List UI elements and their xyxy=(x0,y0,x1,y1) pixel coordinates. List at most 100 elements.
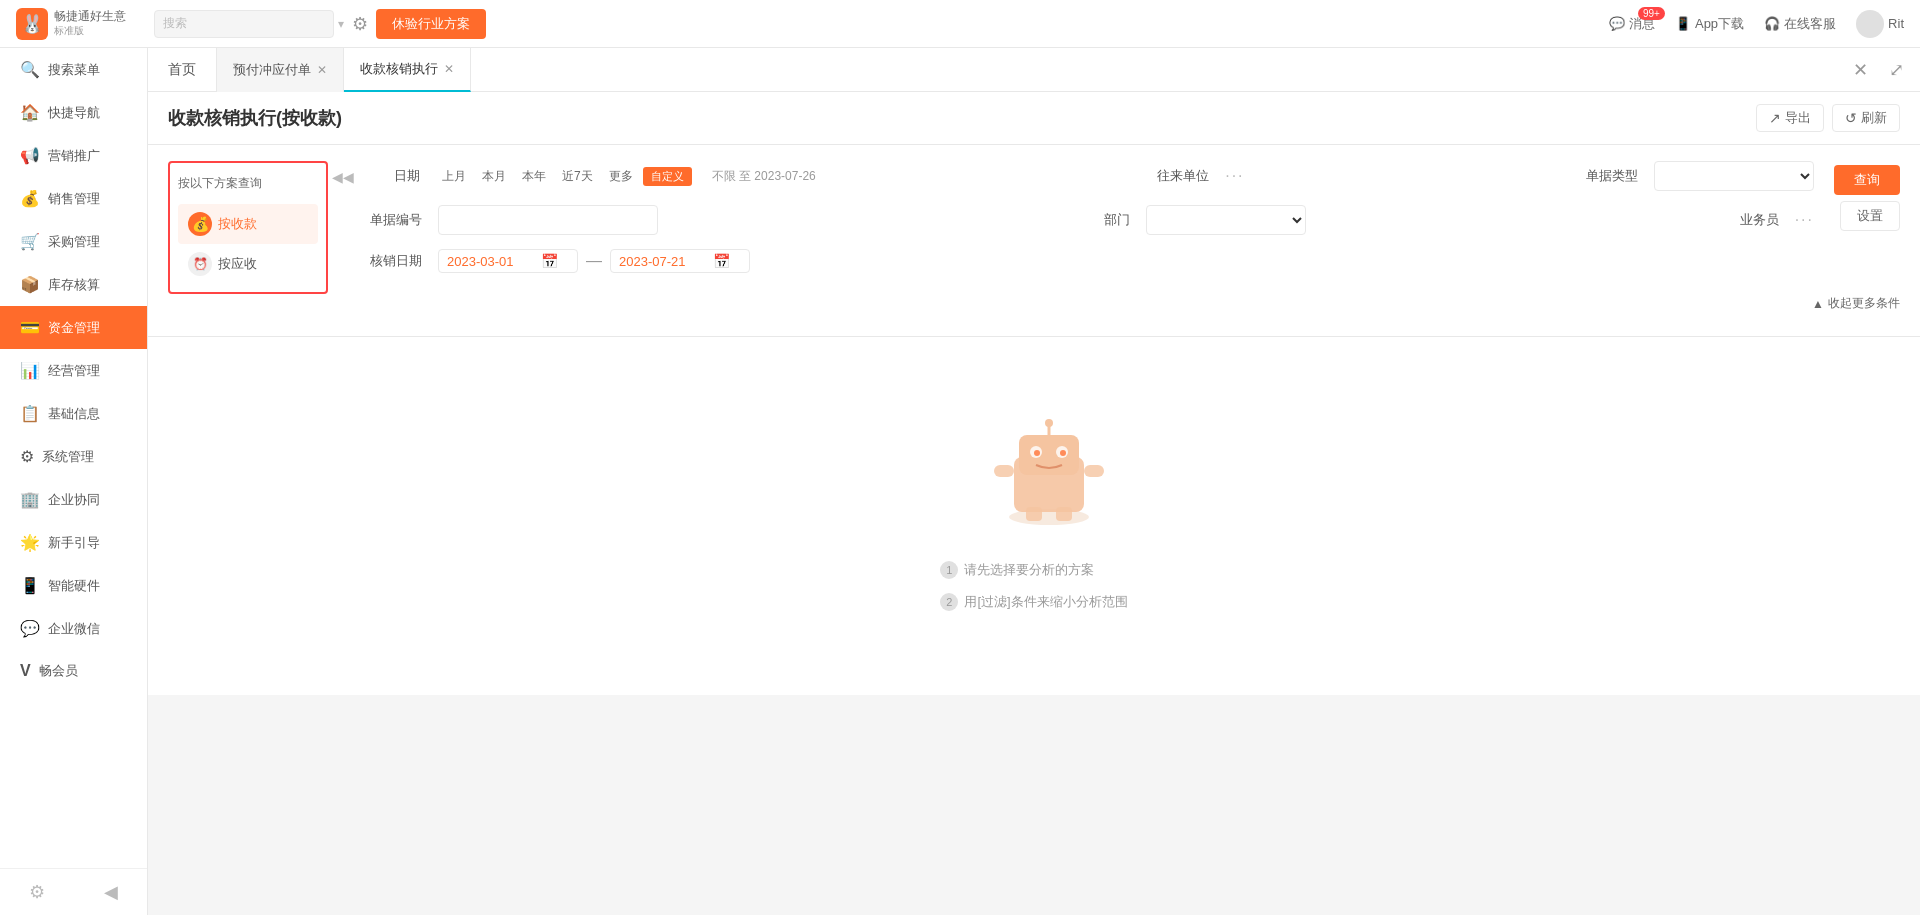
app-name: 畅捷通好生意 xyxy=(54,9,126,23)
avatar xyxy=(1856,10,1884,38)
step-2-circle: 2 xyxy=(940,593,958,611)
collapse-more-label: 收起更多条件 xyxy=(1828,295,1900,312)
empty-step2-text: 用[过滤]条件来缩小分析范围 xyxy=(964,589,1127,615)
filter-row-3: 核销日期 📅 — 📅 xyxy=(370,249,1814,273)
sidebar-item-operation[interactable]: 📊 经营管理 xyxy=(0,349,147,392)
tab-prepay[interactable]: 预付冲应付单 ✕ xyxy=(217,48,344,92)
filter-spacer: 不限 至 2023-07-26 xyxy=(712,168,816,185)
svg-rect-12 xyxy=(1056,507,1072,521)
sidebar-item-quick-nav[interactable]: 🏠 快捷导航 xyxy=(0,91,147,134)
robot-svg xyxy=(984,417,1114,527)
guide-icon: 🌟 xyxy=(20,533,40,552)
writeoff-start-wrap: 📅 xyxy=(438,249,578,273)
settings-icon[interactable]: ⚙ xyxy=(29,881,45,903)
finance-icon: 💳 xyxy=(20,318,40,337)
step-1-circle: 1 xyxy=(940,561,958,579)
message-icon: 💬 xyxy=(1609,16,1625,31)
message-item[interactable]: 💬 消息 99+ xyxy=(1609,15,1655,33)
tab-home[interactable]: 首页 xyxy=(148,48,217,92)
doc-type-select[interactable] xyxy=(1654,161,1814,191)
writeoff-start-input[interactable] xyxy=(447,254,537,269)
refresh-button[interactable]: ↺ 刷新 xyxy=(1832,104,1900,132)
last-month-btn[interactable]: 上月 xyxy=(436,166,472,187)
sidebar-item-basic[interactable]: 📋 基础信息 xyxy=(0,392,147,435)
tab-expand-button[interactable]: ⤢ xyxy=(1880,54,1912,86)
calendar-start-icon[interactable]: 📅 xyxy=(541,253,558,269)
panel-collapse-btn[interactable]: ◀◀ xyxy=(332,169,354,185)
sidebar-item-system[interactable]: ⚙ 系统管理 xyxy=(0,435,147,478)
sidebar-label-vip: 畅会员 xyxy=(39,662,78,680)
enterprise-icon: 🏢 xyxy=(20,490,40,509)
sidebar-label-basic: 基础信息 xyxy=(48,405,100,423)
sidebar-label-sales: 销售管理 xyxy=(48,190,100,208)
user-item[interactable]: Rit xyxy=(1856,10,1904,38)
gear-icon[interactable]: ⚙ xyxy=(352,13,368,35)
sidebar-item-guide[interactable]: 🌟 新手引导 xyxy=(0,521,147,564)
panel-item-receipt-label: 按收款 xyxy=(218,215,257,233)
tab-close-button[interactable]: ✕ xyxy=(1844,54,1876,86)
logo-icon: 🐰 xyxy=(16,8,48,40)
sidebar-label-marketing: 营销推广 xyxy=(48,147,100,165)
app-download-item[interactable]: 📱 App下载 xyxy=(1675,15,1744,33)
sidebar-item-purchase[interactable]: 🛒 采购管理 xyxy=(0,220,147,263)
panel-item-receivable[interactable]: ⏰ 按应收 xyxy=(178,244,318,284)
svg-rect-11 xyxy=(1026,507,1042,521)
empty-text: 1 请先选择要分析的方案 2 用[过滤]条件来缩小分析范围 xyxy=(940,557,1127,615)
panel-item-receipt[interactable]: 💰 按收款 xyxy=(178,204,318,244)
query-button[interactable]: 查询 xyxy=(1834,165,1900,195)
filter-row-1: 日期 上月 本月 本年 近7天 更多 自定义 xyxy=(370,161,1814,191)
right-filter: 日期 上月 本月 本年 近7天 更多 自定义 xyxy=(370,161,1900,320)
dept-select[interactable] xyxy=(1146,205,1306,235)
empty-step-1: 1 请先选择要分析的方案 xyxy=(940,557,1127,583)
collapse-sidebar-icon[interactable]: ◀ xyxy=(104,881,118,903)
sidebar-item-weixin[interactable]: 💬 企业微信 xyxy=(0,607,147,650)
more-dates-btn[interactable]: 更多 xyxy=(603,166,639,187)
query-btn-group: 查询 设置 xyxy=(1830,161,1900,231)
setting-button[interactable]: 设置 xyxy=(1840,201,1900,231)
employee-dots[interactable]: ··· xyxy=(1795,211,1814,229)
sidebar-item-enterprise[interactable]: 🏢 企业协同 xyxy=(0,478,147,521)
sidebar-label-enterprise: 企业协同 xyxy=(48,491,100,509)
employee-label: 业务员 xyxy=(1729,211,1779,229)
sidebar-label-weixin: 企业微信 xyxy=(48,620,100,638)
tab-home-label: 首页 xyxy=(168,61,196,79)
tab-prepay-close[interactable]: ✕ xyxy=(317,63,327,77)
sidebar-item-finance[interactable]: 💳 资金管理 xyxy=(0,306,147,349)
content-area: 首页 预付冲应付单 ✕ 收款核销执行 ✕ ✕ ⤢ 收款核销执行(按收款) xyxy=(148,48,1920,915)
doc-no-input[interactable] xyxy=(438,205,658,235)
date-dash: — xyxy=(586,252,602,270)
sidebar-label-hardware: 智能硬件 xyxy=(48,577,100,595)
tab-writeoff-close[interactable]: ✕ xyxy=(444,62,454,76)
export-button[interactable]: ↗ 导出 xyxy=(1756,104,1824,132)
online-service-label: 在线客服 xyxy=(1784,15,1836,33)
filter-rows-group: 日期 上月 本月 本年 近7天 更多 自定义 xyxy=(370,161,1900,287)
chevron-down-icon[interactable]: ▾ xyxy=(338,17,344,31)
industry-button[interactable]: 休验行业方案 xyxy=(376,9,486,39)
last-7days-btn[interactable]: 近7天 xyxy=(556,166,599,187)
tab-writeoff[interactable]: 收款核销执行 ✕ xyxy=(344,48,471,92)
sidebar-label-search: 搜索菜单 xyxy=(48,61,100,79)
left-panel: 按以下方案查询 💰 按收款 ⏰ 按应收 xyxy=(168,161,328,294)
sidebar-item-vip[interactable]: V 畅会员 xyxy=(0,650,147,692)
page-header-actions: ↗ 导出 ↺ 刷新 xyxy=(1756,104,1900,132)
sidebar-label-finance: 资金管理 xyxy=(48,319,100,337)
online-service-item[interactable]: 🎧 在线客服 xyxy=(1764,15,1836,33)
sidebar-item-search[interactable]: 🔍 搜索菜单 xyxy=(0,48,147,91)
sidebar-item-inventory[interactable]: 📦 库存核算 xyxy=(0,263,147,306)
tab-writeoff-label: 收款核销执行 xyxy=(360,60,438,78)
search-menu-icon: 🔍 xyxy=(20,60,40,79)
sidebar-item-hardware[interactable]: 📱 智能硬件 xyxy=(0,564,147,607)
robot-body xyxy=(984,417,1084,507)
this-month-btn[interactable]: 本月 xyxy=(476,166,512,187)
collapse-more-btn[interactable]: ▲ 收起更多条件 xyxy=(1812,295,1900,312)
sidebar-item-sales[interactable]: 💰 销售管理 xyxy=(0,177,147,220)
this-year-btn[interactable]: 本年 xyxy=(516,166,552,187)
partner-dots[interactable]: ··· xyxy=(1225,167,1244,185)
writeoff-end-input[interactable] xyxy=(619,254,709,269)
receivable-icon: ⏰ xyxy=(188,252,212,276)
empty-step-2: 2 用[过滤]条件来缩小分析范围 xyxy=(940,589,1127,615)
sidebar-item-marketing[interactable]: 📢 营销推广 xyxy=(0,134,147,177)
calendar-end-icon[interactable]: 📅 xyxy=(713,253,730,269)
user-name: Rit xyxy=(1888,16,1904,31)
sidebar-label-quick-nav: 快捷导航 xyxy=(48,104,100,122)
